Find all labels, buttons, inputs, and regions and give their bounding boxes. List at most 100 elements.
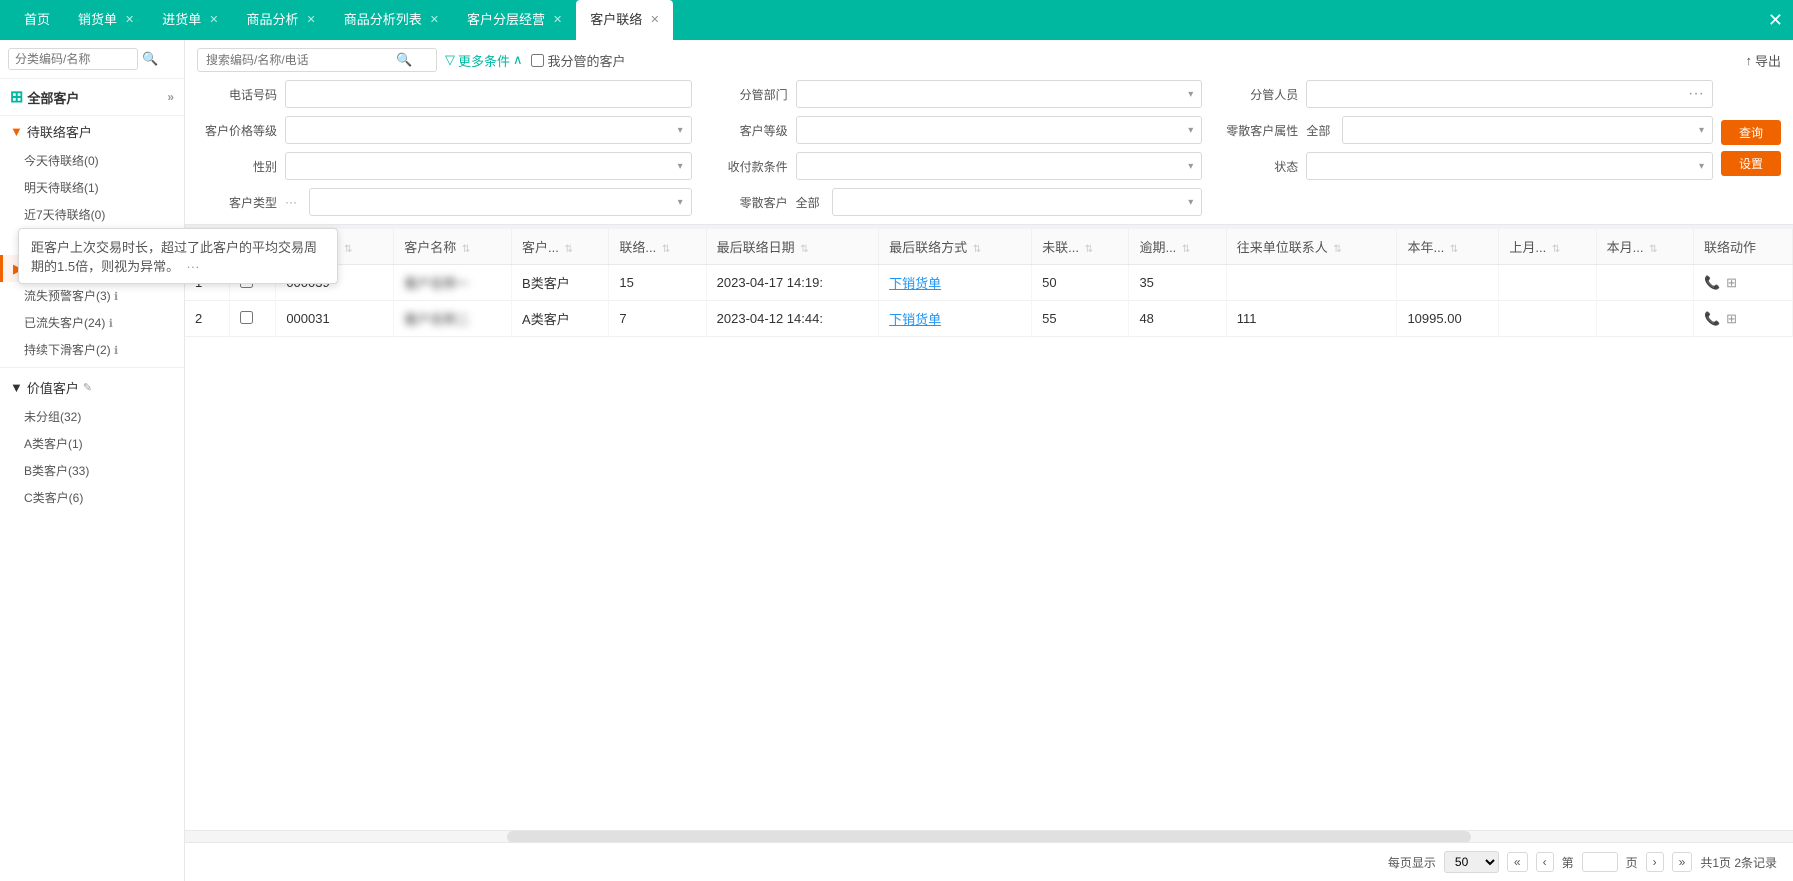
- page-number-input[interactable]: 1: [1582, 852, 1618, 872]
- sidebar-item-tomorrow-pending[interactable]: 明天待联络(1): [0, 174, 184, 201]
- prev-page-btn[interactable]: ‹: [1536, 852, 1554, 872]
- sort-method-icon[interactable]: ⇅: [973, 244, 981, 255]
- retail-attr-select[interactable]: ▾: [1342, 116, 1713, 144]
- tab-product-analysis-list[interactable]: 商品分析列表 ✕: [330, 0, 453, 40]
- col-last-contact-method[interactable]: 最后联络方式 ⇅: [879, 229, 1032, 265]
- tab-customer-layering[interactable]: 客户分层经营 ✕: [453, 0, 576, 40]
- sidebar-search-icon[interactable]: 🔍: [142, 51, 158, 67]
- filter-manager: 分管人员 ···: [1218, 80, 1713, 108]
- tab-purchase-order[interactable]: 进货单 ✕: [148, 0, 232, 40]
- all-customers-header[interactable]: ⊞ 全部客户 »: [0, 79, 184, 116]
- sort-date-icon[interactable]: ⇅: [800, 244, 808, 255]
- group-value-customers[interactable]: ▼ 价值客户 ✎: [0, 372, 184, 403]
- my-customers-checkbox[interactable]: [531, 54, 544, 67]
- col-overdue[interactable]: 逾期... ⇅: [1129, 229, 1226, 265]
- sidebar-item-class-b[interactable]: B类客户(33): [0, 457, 184, 484]
- cell-lastmonth-1: [1499, 265, 1596, 301]
- main-search-icon[interactable]: 🔍: [396, 52, 412, 68]
- cell-method-2[interactable]: 下销货单: [879, 301, 1032, 337]
- dept-select[interactable]: ▾: [796, 80, 1203, 108]
- more-action-icon-1[interactable]: ⊞: [1726, 275, 1737, 291]
- cell-lastmonth-2: [1499, 301, 1596, 337]
- sort-code-icon[interactable]: ⇅: [344, 244, 352, 255]
- col-name[interactable]: 客户名称 ⇅: [394, 229, 512, 265]
- manager-dots[interactable]: ···: [1688, 85, 1704, 103]
- phone-action-icon-2[interactable]: 📞: [1704, 311, 1720, 327]
- col-this-year[interactable]: 本年... ⇅: [1397, 229, 1499, 265]
- chevron-up-icon: ∧: [513, 52, 523, 68]
- sidebar-item-today-pending[interactable]: 今天待联络(0): [0, 147, 184, 174]
- settings-button[interactable]: 设置: [1721, 151, 1781, 176]
- next-page-btn[interactable]: ›: [1646, 852, 1664, 872]
- tab-sales-order[interactable]: 销货单 ✕: [64, 0, 148, 40]
- col-last-contact-date[interactable]: 最后联络日期 ⇅: [706, 229, 878, 265]
- payment-select[interactable]: ▾: [796, 152, 1203, 180]
- group-pending-contact[interactable]: ▼ 待联络客户: [0, 116, 184, 147]
- tab-home[interactable]: 首页: [10, 0, 64, 40]
- cell-method-1[interactable]: 下销货单: [879, 265, 1032, 301]
- last-page-btn[interactable]: »: [1672, 852, 1693, 872]
- close-tab-purchase-order[interactable]: ✕: [209, 0, 218, 40]
- customer-type-select[interactable]: ▾: [309, 188, 692, 216]
- collapse-btn[interactable]: »: [167, 90, 174, 104]
- customer-grade-select[interactable]: ▾: [796, 116, 1203, 144]
- gender-select[interactable]: ▾: [285, 152, 692, 180]
- cell-checkbox-2[interactable]: [230, 301, 276, 337]
- col-contacts[interactable]: 往来单位联系人 ⇅: [1226, 229, 1397, 265]
- sidebar-search-input[interactable]: [8, 48, 138, 70]
- row2-checkbox[interactable]: [240, 311, 253, 324]
- sort-contact-icon[interactable]: ⇅: [662, 244, 670, 255]
- cell-type-2: A类客户: [512, 301, 609, 337]
- col-last-month[interactable]: 上月... ⇅: [1499, 229, 1596, 265]
- search-wrap: 🔍: [197, 48, 437, 72]
- close-tab-product-analysis[interactable]: ✕: [307, 0, 316, 40]
- tab-product-analysis[interactable]: 商品分析 ✕: [232, 0, 329, 40]
- main-search-input[interactable]: [206, 53, 396, 67]
- col-no-contact[interactable]: 未联... ⇅: [1032, 229, 1129, 265]
- manager-select[interactable]: ···: [1306, 80, 1713, 108]
- close-tab-customer-contact[interactable]: ✕: [650, 0, 659, 40]
- query-button[interactable]: 查询: [1721, 120, 1781, 145]
- sort-nocontact-icon[interactable]: ⇅: [1085, 244, 1093, 255]
- col-this-month[interactable]: 本月... ⇅: [1596, 229, 1693, 265]
- method-link-1[interactable]: 下销货单: [889, 276, 941, 291]
- horizontal-scrollbar[interactable]: [185, 830, 1793, 842]
- tab-customer-contact[interactable]: 客户联络 ✕: [576, 0, 673, 40]
- sort-overdue-icon[interactable]: ⇅: [1182, 244, 1190, 255]
- edit-groups-icon[interactable]: ✎: [83, 381, 92, 394]
- pagination-bar: 每页显示 50 100 « ‹ 第 1 页 › » 共1页 2条记录: [185, 842, 1793, 881]
- sort-lastmonth-icon[interactable]: ⇅: [1552, 244, 1560, 255]
- more-action-icon-2[interactable]: ⊞: [1726, 311, 1737, 327]
- status-select[interactable]: ▾: [1306, 152, 1713, 180]
- sort-thisyear-icon[interactable]: ⇅: [1450, 244, 1458, 255]
- sort-type-icon[interactable]: ⇅: [565, 244, 573, 255]
- sort-thismonth-icon[interactable]: ⇅: [1649, 244, 1657, 255]
- per-page-select[interactable]: 50 100: [1444, 851, 1499, 873]
- cell-nocontact-1: 50: [1032, 265, 1129, 301]
- sidebar-item-class-a[interactable]: A类客户(1): [0, 430, 184, 457]
- phone-input[interactable]: [285, 80, 692, 108]
- sort-name-icon[interactable]: ⇅: [462, 244, 470, 255]
- sidebar-item-class-c[interactable]: C类客户(6): [0, 484, 184, 511]
- close-tab-sales-order[interactable]: ✕: [125, 0, 134, 40]
- price-grade-select[interactable]: ▾: [285, 116, 692, 144]
- close-tab-customer-layering[interactable]: ✕: [553, 0, 562, 40]
- col-contact[interactable]: 联络... ⇅: [609, 229, 706, 265]
- top-nav: 首页 销货单 ✕ 进货单 ✕ 商品分析 ✕ 商品分析列表 ✕ 客户分层经营 ✕ …: [0, 0, 1793, 40]
- first-page-btn[interactable]: «: [1507, 852, 1528, 872]
- phone-action-icon-1[interactable]: 📞: [1704, 275, 1720, 291]
- close-tab-product-analysis-list[interactable]: ✕: [430, 0, 439, 40]
- sort-contacts-icon[interactable]: ⇅: [1333, 244, 1341, 255]
- sidebar-item-unassigned[interactable]: 未分组(32): [0, 403, 184, 430]
- col-customer-type[interactable]: 客户... ⇅: [512, 229, 609, 265]
- window-close-btn[interactable]: ✕: [1768, 10, 1783, 31]
- more-filters-btn[interactable]: ▽ 更多条件 ∧: [445, 51, 523, 70]
- filter-row1: 🔍 ▽ 更多条件 ∧ 我分管的客户 ↑ 导出: [197, 48, 1781, 72]
- method-link-2[interactable]: 下销货单: [889, 312, 941, 327]
- sidebar-item-churn-warning[interactable]: 流失预警客户(3) ℹ: [0, 282, 184, 309]
- sidebar-item-declining[interactable]: 持续下滑客户(2) ℹ: [0, 336, 184, 363]
- sidebar-item-7days-pending[interactable]: 近7天待联络(0): [0, 201, 184, 228]
- sidebar-item-churned[interactable]: 已流失客户(24) ℹ: [0, 309, 184, 336]
- export-btn[interactable]: ↑ 导出: [1745, 51, 1781, 70]
- retail-customer-select[interactable]: ▾: [832, 188, 1203, 216]
